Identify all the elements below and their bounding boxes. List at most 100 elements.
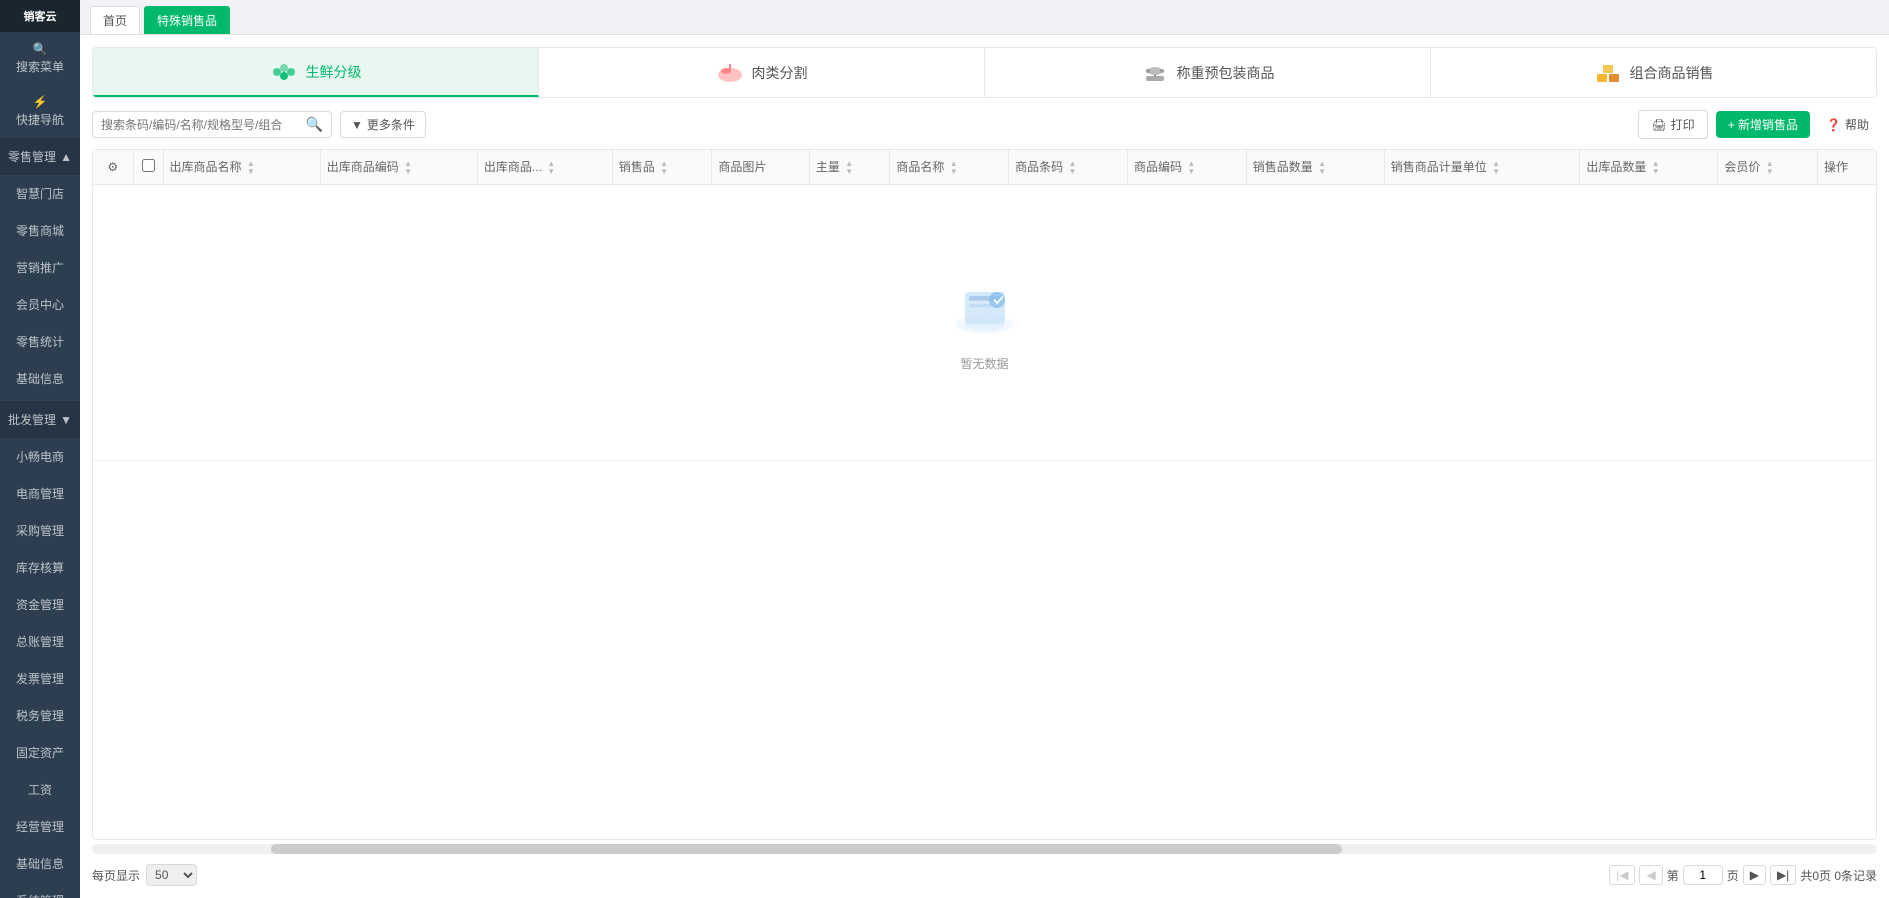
- sidebar-item-invoice[interactable]: 发票管理: [0, 660, 80, 697]
- header-tabs: 首页 特殊销售品: [80, 0, 1889, 35]
- sort-out-qty-icon[interactable]: ▲▼: [1652, 160, 1660, 176]
- sort-out-name-icon[interactable]: ▲▼: [247, 160, 255, 176]
- tab-special-sales[interactable]: 特殊销售品: [144, 6, 230, 34]
- sidebar-item-marketing[interactable]: 营销推广: [0, 249, 80, 286]
- sidebar-item-member[interactable]: 会员中心: [0, 286, 80, 323]
- sidebar-item-retail-mall[interactable]: 零售商城: [0, 212, 80, 249]
- sidebar-item-fixed-assets[interactable]: 固定资产: [0, 734, 80, 771]
- tab-home[interactable]: 首页: [90, 6, 140, 34]
- sidebar-item-ecom-small[interactable]: 小畅电商: [0, 438, 80, 475]
- sidebar-item-ecom-mgmt-label: 电商管理: [16, 485, 64, 502]
- meat-icon: [716, 61, 744, 84]
- sidebar-item-operations-label: 经营管理: [16, 818, 64, 835]
- empty-text: 暂无数据: [960, 355, 1008, 372]
- th-out-spec: 出库商品... ▲▼: [477, 150, 612, 184]
- last-page-button[interactable]: ▶|: [1770, 865, 1796, 885]
- th-goods-name: 商品名称 ▲▼: [890, 150, 1009, 184]
- sidebar-item-purchase[interactable]: 采购管理: [0, 512, 80, 549]
- print-label: 打印: [1671, 116, 1695, 133]
- chevron-down-icon: ▼: [60, 413, 72, 427]
- sort-main-icon[interactable]: ▲▼: [845, 160, 853, 176]
- th-action: 操作: [1817, 150, 1876, 184]
- sidebar-item-basic-info-2[interactable]: 基础信息: [0, 845, 80, 882]
- prev-page-button[interactable]: ◀: [1639, 865, 1662, 885]
- page-number-input[interactable]: [1683, 865, 1723, 885]
- sidebar-item-quicknav[interactable]: ⚡ 快捷导航: [0, 85, 80, 138]
- th-checkbox[interactable]: [133, 150, 163, 184]
- category-card-combo[interactable]: 组合商品销售: [1431, 48, 1876, 97]
- sidebar-item-fixed-assets-label: 固定资产: [16, 744, 64, 761]
- sort-goods-name-icon[interactable]: ▲▼: [950, 160, 958, 176]
- pagination: 每页显示 50 20 100 |◀ ◀ 第 页 ▶ ▶| 共0页 0条记录: [92, 854, 1877, 886]
- empty-state-icon: [945, 273, 1025, 343]
- add-product-button[interactable]: + 新增销售品: [1716, 111, 1810, 138]
- sort-member-price-icon[interactable]: ▲▼: [1766, 160, 1774, 176]
- filter-button[interactable]: ▼ 更多条件: [340, 111, 426, 138]
- th-member-price: 会员价 ▲▼: [1718, 150, 1818, 184]
- add-label: + 新增销售品: [1728, 116, 1798, 133]
- category-card-weigh[interactable]: 称重预包装商品: [985, 48, 1431, 97]
- print-button[interactable]: 🖨 打印: [1638, 110, 1707, 139]
- product-table: ⚙ 出库商品名称 ▲▼ 出库商品编码 ▲▼ 出库: [93, 150, 1876, 461]
- sidebar-item-search[interactable]: 🔍 搜索菜单: [0, 32, 80, 85]
- page-size-label: 每页显示: [92, 867, 140, 884]
- sidebar-item-retail-stats[interactable]: 零售统计: [0, 323, 80, 360]
- sort-sale-qty-icon[interactable]: ▲▼: [1318, 160, 1326, 176]
- sidebar-item-basic-info-1-label: 基础信息: [16, 370, 64, 387]
- sort-out-code-icon[interactable]: ▲▼: [404, 160, 412, 176]
- sidebar-item-fund[interactable]: 资金管理: [0, 586, 80, 623]
- sidebar-item-retail-mgmt[interactable]: 零售管理 ▲: [0, 138, 80, 175]
- wholesale-label: 批发管理: [8, 411, 56, 428]
- sidebar-item-marketing-label: 营销推广: [16, 259, 64, 276]
- combo-icon: [1594, 61, 1622, 84]
- page-unit: 页: [1727, 867, 1739, 884]
- page-size-select[interactable]: 50 20 100: [146, 864, 197, 886]
- th-out-name: 出库商品名称 ▲▼: [163, 150, 320, 184]
- category-card-meat[interactable]: 肉类分割: [539, 48, 985, 97]
- search-box[interactable]: 🔍: [92, 111, 332, 138]
- category-card-fresh[interactable]: 生鲜分级: [93, 48, 539, 97]
- th-gear[interactable]: ⚙: [93, 150, 133, 184]
- sort-barcode-icon[interactable]: ▲▼: [1069, 160, 1077, 176]
- sort-sale-unit-icon[interactable]: ▲▼: [1492, 160, 1500, 176]
- scrollbar-thumb[interactable]: [271, 844, 1342, 854]
- sidebar-item-smart-store[interactable]: 智慧门店: [0, 175, 80, 212]
- weigh-label: 称重预包装商品: [1177, 63, 1275, 83]
- sort-sale-item-icon[interactable]: ▲▼: [660, 160, 668, 176]
- sidebar-item-retail-mall-label: 零售商城: [16, 222, 64, 239]
- retail-mgmt-label: 零售管理: [8, 148, 56, 165]
- next-page-button[interactable]: ▶: [1743, 865, 1766, 885]
- empty-state: 暂无数据: [99, 193, 1870, 452]
- sidebar-item-system-label: 系统管理: [16, 892, 64, 898]
- sidebar-item-inventory-label: 库存核算: [16, 559, 64, 576]
- sidebar-item-basic-info-1[interactable]: 基础信息: [0, 360, 80, 397]
- sidebar-item-salary[interactable]: 工资: [0, 771, 80, 808]
- select-all-checkbox[interactable]: [142, 159, 155, 172]
- search-menu-icon: 🔍: [33, 42, 48, 56]
- toolbar: 🔍 ▼ 更多条件 🖨 打印 + 新增销售品 ❓ 帮助: [92, 110, 1877, 139]
- help-icon: ❓: [1826, 118, 1841, 132]
- sidebar-item-tax[interactable]: 税务管理: [0, 697, 80, 734]
- print-icon: 🖨: [1651, 118, 1666, 132]
- th-image: 商品图片: [712, 150, 810, 184]
- sidebar-item-ledger[interactable]: 总账管理: [0, 623, 80, 660]
- first-page-button[interactable]: |◀: [1609, 865, 1635, 885]
- sidebar-item-inventory[interactable]: 库存核算: [0, 549, 80, 586]
- sort-goods-code-icon[interactable]: ▲▼: [1187, 160, 1195, 176]
- search-icon[interactable]: 🔍: [306, 116, 323, 133]
- search-input[interactable]: [101, 118, 306, 132]
- sidebar-item-quicknav-label: 快捷导航: [16, 111, 64, 128]
- combo-label: 组合商品销售: [1630, 63, 1714, 83]
- sidebar-item-operations[interactable]: 经营管理: [0, 808, 80, 845]
- fresh-icon: [270, 60, 298, 83]
- horizontal-scrollbar[interactable]: [92, 844, 1877, 854]
- th-barcode: 商品条码 ▲▼: [1009, 150, 1128, 184]
- sidebar-item-system[interactable]: 系统管理: [0, 882, 80, 898]
- sidebar-item-ecom-mgmt[interactable]: 电商管理: [0, 475, 80, 512]
- sidebar-item-wholesale[interactable]: 批发管理 ▼: [0, 401, 80, 438]
- pagination-left: 每页显示 50 20 100: [92, 864, 197, 886]
- sort-out-spec-icon[interactable]: ▲▼: [547, 160, 555, 176]
- help-button[interactable]: ❓ 帮助: [1818, 111, 1877, 138]
- meat-label: 肉类分割: [752, 63, 808, 83]
- sidebar-item-ledger-label: 总账管理: [16, 633, 64, 650]
